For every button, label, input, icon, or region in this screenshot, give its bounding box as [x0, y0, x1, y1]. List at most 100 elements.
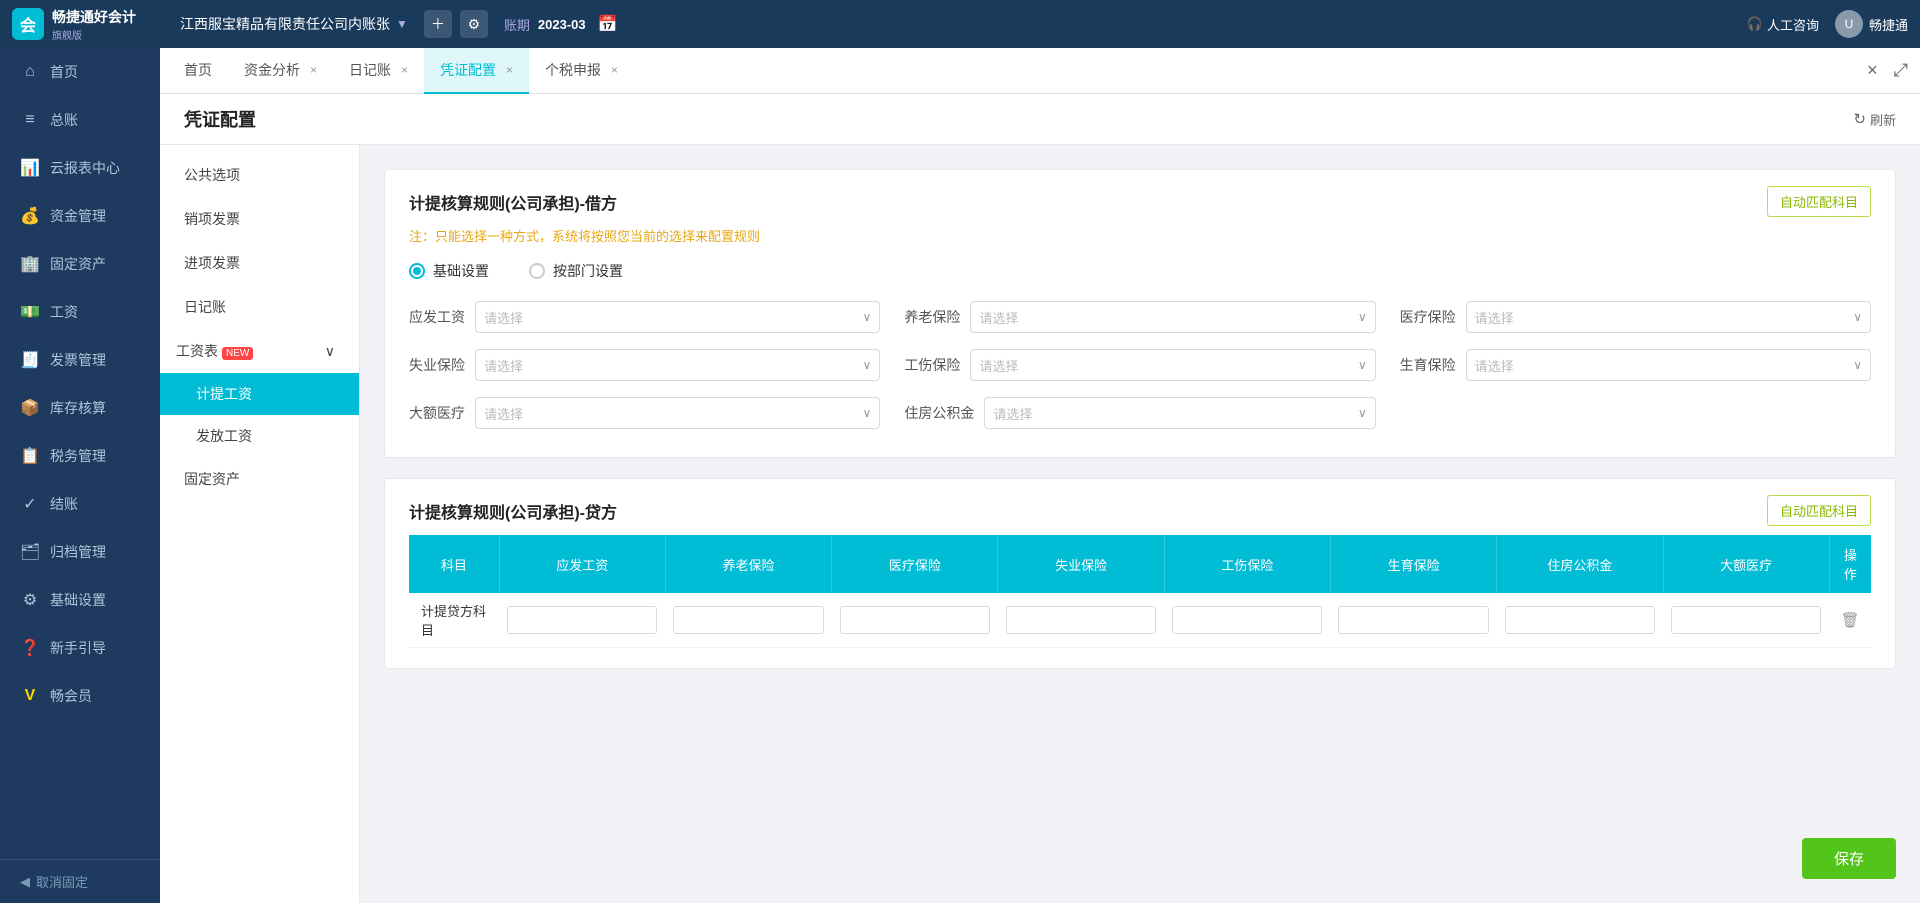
sidebar-item-salary[interactable]: 💵 工资 — [0, 288, 160, 336]
close-period-icon: ✓ — [20, 494, 40, 514]
ledger-icon: ≡ — [20, 111, 40, 129]
tab-close-voucher[interactable]: × — [506, 63, 513, 77]
debit-form-grid: 应发工资 请选择 ∨ 养老保险 请选择 ∨ — [409, 301, 1871, 429]
cell-unemployment[interactable] — [998, 593, 1164, 648]
home-icon: ⌂ — [20, 63, 40, 81]
credit-section-title: 计提核算规则(公司承担)-贷方 — [409, 499, 1871, 523]
refresh-button[interactable]: ↻ 刷新 — [1853, 110, 1896, 129]
pin-icon: ◀ — [20, 874, 30, 890]
nav-salary-group[interactable]: 工资表NEW ∨ — [160, 329, 359, 373]
cell-maternity[interactable] — [1330, 593, 1496, 648]
input-gross[interactable] — [507, 606, 657, 634]
input-large-medical[interactable] — [1671, 606, 1821, 634]
sidebar-item-invoice[interactable]: 🧾 发票管理 — [0, 336, 160, 384]
sidebar-item-reports[interactable]: 📊 云报表中心 — [0, 144, 160, 192]
delete-row-button[interactable]: 🗑 — [1841, 611, 1860, 629]
input-medical[interactable] — [840, 606, 990, 634]
housing-select[interactable]: 请选择 ∨ — [984, 397, 1375, 429]
maternity-select[interactable]: 请选择 ∨ — [1466, 349, 1871, 381]
cell-large-medical[interactable] — [1663, 593, 1829, 648]
sidebar-item-tax[interactable]: 📋 税务管理 — [0, 432, 160, 480]
gross-salary-select[interactable]: 请选择 ∨ — [475, 301, 880, 333]
main-layout: ⌂ 首页 ≡ 总账 📊 云报表中心 💰 资金管理 🏢 固定资产 💵 工资 🧾 发… — [0, 48, 1920, 903]
right-content: 自动匹配科目 计提核算规则(公司承担)-借方 注：只能选择一种方式，系统将按照您… — [360, 145, 1920, 903]
page-header: 凭证配置 ↻ 刷新 — [160, 94, 1920, 145]
tab-close-fund[interactable]: × — [310, 63, 317, 77]
cell-injury[interactable] — [1164, 593, 1330, 648]
save-button[interactable]: 保存 — [1802, 838, 1896, 879]
settings-icon[interactable]: ⚙ — [460, 10, 488, 38]
sidebar-item-archive[interactable]: 🗂 归档管理 — [0, 528, 160, 576]
tab-journal[interactable]: 日记账 × — [333, 48, 424, 94]
nav-pay-salary[interactable]: 发放工资 — [160, 415, 359, 457]
nav-public-options[interactable]: 公共选项 — [160, 153, 359, 197]
form-item-gross-salary: 应发工资 请选择 ∨ — [409, 301, 880, 333]
tab-close-tax[interactable]: × — [611, 63, 618, 77]
sidebar-item-inventory[interactable]: 📦 库存核算 — [0, 384, 160, 432]
logo-text: 畅捷通好会计 旗舰版 — [52, 7, 136, 42]
save-btn-bar: 保存 — [1802, 838, 1896, 879]
pension-arrow: ∨ — [1358, 310, 1367, 324]
pension-select[interactable]: 请选择 ∨ — [970, 301, 1375, 333]
col-medical: 医疗保险 — [832, 535, 998, 593]
nav-journal[interactable]: 日记账 — [160, 285, 359, 329]
sidebar-item-home[interactable]: ⌂ 首页 — [0, 48, 160, 96]
settings-sidebar-icon: ⚙ — [20, 590, 40, 610]
radio-dept-circle — [529, 263, 545, 279]
radio-dept[interactable]: 按部门设置 — [529, 261, 623, 281]
sidebar-item-guide[interactable]: ❓ 新手引导 — [0, 624, 160, 672]
sidebar-item-vip[interactable]: V 畅会员 — [0, 672, 160, 720]
vip-icon: V — [20, 687, 40, 705]
sidebar-item-settings[interactable]: ⚙ 基础设置 — [0, 576, 160, 624]
col-gross: 应发工资 — [499, 535, 665, 593]
col-large-medical: 大额医疗 — [1663, 535, 1829, 593]
input-unemployment[interactable] — [1006, 606, 1156, 634]
app-logo: 会 畅捷通好会计 旗舰版 — [12, 7, 172, 42]
company-selector[interactable]: 江西服宝精品有限责任公司内账张 ▼ — [180, 14, 408, 34]
tab-expand-icon[interactable]: ⤢ — [1890, 56, 1912, 85]
sidebar-item-close[interactable]: ✓ 结账 — [0, 480, 160, 528]
cell-action[interactable]: 🗑 — [1829, 593, 1871, 648]
radio-basic[interactable]: 基础设置 — [409, 261, 489, 281]
tab-voucher-config[interactable]: 凭证配置 × — [424, 48, 529, 94]
medical-arrow: ∨ — [1853, 310, 1862, 324]
maternity-arrow: ∨ — [1853, 358, 1862, 372]
sidebar-item-assets[interactable]: 🏢 固定资产 — [0, 240, 160, 288]
tab-fund-analysis[interactable]: 资金分析 × — [228, 48, 333, 94]
medical-select[interactable]: 请选择 ∨ — [1466, 301, 1871, 333]
input-housing[interactable] — [1505, 606, 1655, 634]
assets-icon: 🏢 — [20, 254, 40, 274]
unemployment-select[interactable]: 请选择 ∨ — [475, 349, 880, 381]
cancel-fixed-button[interactable]: ◀ 取消固定 — [0, 859, 160, 903]
service-button[interactable]: 🎧 人工咨询 — [1747, 15, 1819, 34]
tab-home[interactable]: 首页 — [168, 48, 228, 94]
salary-icon: 💵 — [20, 302, 40, 322]
auto-match-credit-button[interactable]: 自动匹配科目 — [1767, 495, 1871, 526]
sidebar-item-funds[interactable]: 💰 资金管理 — [0, 192, 160, 240]
company-dropdown-icon[interactable]: ▼ — [396, 17, 408, 31]
nav-accrual-salary[interactable]: 计提工资 — [160, 373, 359, 415]
cell-pension[interactable] — [665, 593, 831, 648]
cell-medical[interactable] — [832, 593, 998, 648]
tab-close-journal[interactable]: × — [401, 63, 408, 77]
large-medical-select[interactable]: 请选择 ∨ — [475, 397, 880, 429]
sidebar-item-ledger[interactable]: ≡ 总账 — [0, 96, 160, 144]
input-maternity[interactable] — [1338, 606, 1488, 634]
user-menu[interactable]: U 畅捷通 — [1835, 10, 1908, 38]
gross-salary-arrow: ∨ — [863, 310, 872, 324]
guide-icon: ❓ — [20, 638, 40, 658]
nav-fixed-assets[interactable]: 固定资产 — [160, 457, 359, 501]
refresh-icon: ↻ — [1853, 110, 1866, 128]
input-injury[interactable] — [1172, 606, 1322, 634]
add-button[interactable]: ＋ — [424, 10, 452, 38]
nav-purchase-invoice[interactable]: 进项发票 — [160, 241, 359, 285]
input-pension[interactable] — [673, 606, 823, 634]
tab-tax-return[interactable]: 个税申报 × — [529, 48, 634, 94]
auto-match-debit-button[interactable]: 自动匹配科目 — [1767, 186, 1871, 217]
nav-sales-invoice[interactable]: 销项发票 — [160, 197, 359, 241]
cell-gross[interactable] — [499, 593, 665, 648]
tab-close-all-icon[interactable]: × — [1863, 56, 1882, 85]
injury-select[interactable]: 请选择 ∨ — [970, 349, 1375, 381]
calendar-icon[interactable]: 📅 — [598, 14, 618, 34]
cell-housing[interactable] — [1497, 593, 1663, 648]
